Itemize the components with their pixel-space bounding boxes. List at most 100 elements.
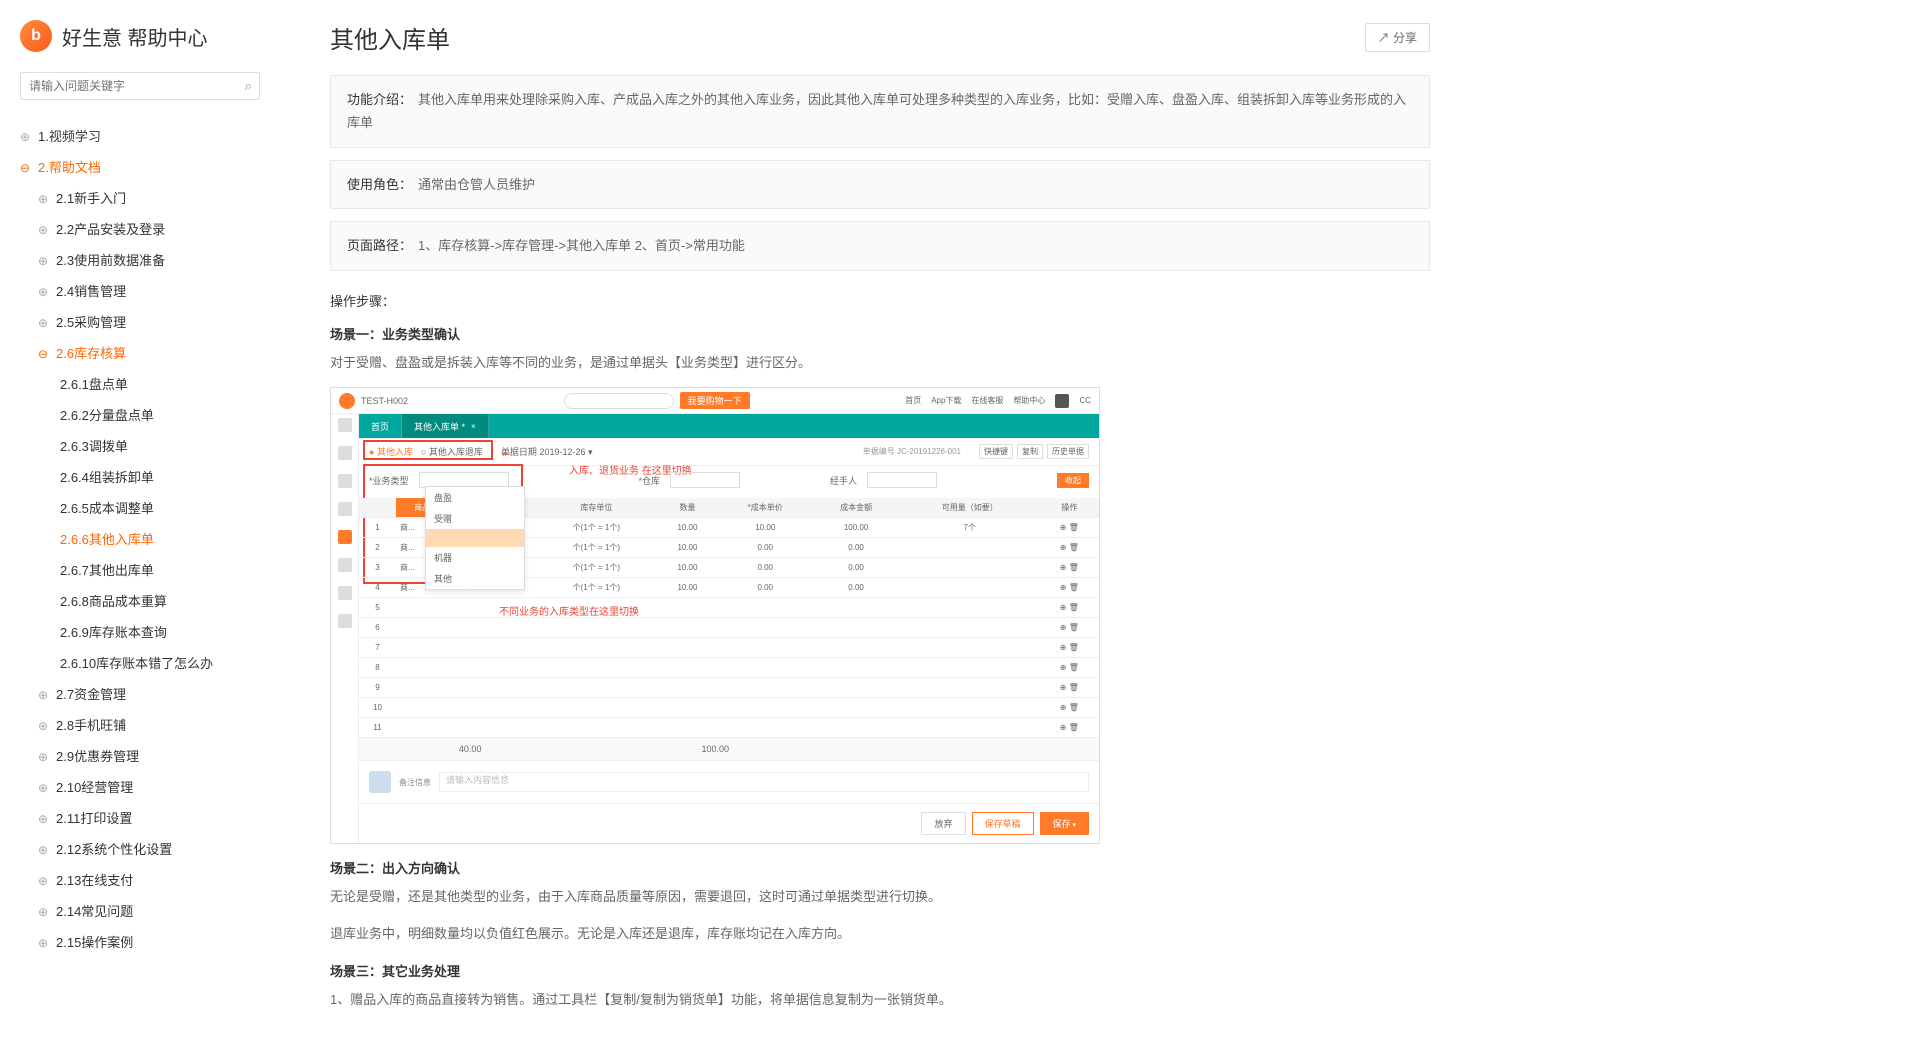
expand-icon[interactable]: ⊕ (38, 688, 52, 702)
nav-item[interactable]: ⊕2.1新手入门 (20, 182, 260, 213)
nav-item[interactable]: ⊕1.视频学习 (20, 120, 260, 151)
nav-item[interactable]: 2.6.6其他入库单 (20, 523, 260, 554)
nav-item[interactable]: ⊖2.6库存核算 (20, 337, 260, 368)
shot-action-button[interactable]: 保存 (1040, 812, 1089, 835)
expand-icon[interactable]: ⊕ (38, 316, 52, 330)
nav-item[interactable]: 2.6.1盘点单 (20, 368, 260, 399)
nav-item[interactable]: ⊕2.12系统个性化设置 (20, 833, 260, 864)
expand-icon[interactable]: ⊕ (38, 254, 52, 268)
shot-collapse-button[interactable]: 收起 (1057, 473, 1089, 488)
nav-item[interactable]: 2.6.3调拨单 (20, 430, 260, 461)
nav-item[interactable]: ⊕2.8手机旺铺 (20, 709, 260, 740)
expand-icon[interactable]: ⊕ (38, 750, 52, 764)
expand-icon[interactable]: ⊕ (38, 285, 52, 299)
nav-item[interactable]: 2.6.4组装拆卸单 (20, 461, 260, 492)
expand-icon[interactable]: ⊕ (38, 223, 52, 237)
search-input[interactable] (20, 72, 260, 100)
nav-item[interactable]: ⊕2.7资金管理 (20, 678, 260, 709)
nav-item[interactable]: ⊖2.帮助文档 (20, 151, 260, 182)
table-row[interactable]: 6⊕ 🗑 (359, 618, 1099, 638)
shot-tab[interactable]: 其他入库单 *× (402, 414, 489, 438)
shot-top-link[interactable]: 帮助中心 (1013, 395, 1045, 406)
shot-side-icon-active[interactable] (338, 530, 352, 544)
remark-icon (369, 771, 391, 793)
collapse-icon[interactable]: ⊖ (20, 161, 34, 175)
expand-icon[interactable]: ⊕ (38, 781, 52, 795)
table-row[interactable]: 10⊕ 🗑 (359, 698, 1099, 718)
shot-totals: 40.00 100.00 (359, 738, 1099, 760)
embedded-screenshot: TEST-H002 我要购物一下 首页App下载在线客服帮助中心CC 首 (330, 387, 1100, 844)
nav-item[interactable]: ⊕2.2产品安装及登录 (20, 213, 260, 244)
shot-buy-button[interactable]: 我要购物一下 (680, 392, 750, 409)
share-button[interactable]: ↗ 分享 (1365, 23, 1430, 52)
nav-item[interactable]: ⊕2.10经营管理 (20, 771, 260, 802)
shot-search-input[interactable] (564, 393, 674, 409)
shot-top-link[interactable]: 在线客服 (971, 395, 1003, 406)
expand-icon[interactable]: ⊕ (38, 936, 52, 950)
nav-item[interactable]: ⊕2.5采购管理 (20, 306, 260, 337)
shot-side-icon[interactable] (338, 614, 352, 628)
logo: b 好生意 帮助中心 (20, 20, 260, 52)
nav-label: 2.6.6其他入库单 (60, 532, 154, 547)
shot-warehouse-input[interactable] (670, 472, 740, 488)
avatar[interactable] (1055, 394, 1069, 408)
table-row[interactable]: 7⊕ 🗑 (359, 638, 1099, 658)
shot-action-button[interactable]: 保存草稿 (972, 812, 1034, 835)
nav-label: 2.13在线支付 (56, 873, 133, 888)
expand-icon[interactable]: ⊕ (38, 874, 52, 888)
nav-item[interactable]: ⊕2.14常见问题 (20, 895, 260, 926)
nav-item[interactable]: 2.6.8商品成本重算 (20, 585, 260, 616)
table-row[interactable]: 11⊕ 🗑 (359, 718, 1099, 738)
expand-icon[interactable]: ⊕ (38, 843, 52, 857)
nav-item[interactable]: ⊕2.4销售管理 (20, 275, 260, 306)
dropdown-option[interactable]: 受赠 (426, 508, 524, 529)
shot-action-button[interactable]: 放弃 (921, 812, 965, 835)
dropdown-option[interactable]: 机器 (426, 547, 524, 568)
shot-biztype-dropdown[interactable]: 盘盈受赠 机器其他 (425, 486, 525, 590)
search-icon[interactable]: ⌕ (245, 78, 252, 94)
shot-side-icon[interactable] (338, 558, 352, 572)
shot-side-icon[interactable] (338, 502, 352, 516)
nav-item[interactable]: ⊕2.3使用前数据准备 (20, 244, 260, 275)
shot-top-link[interactable]: App下载 (931, 395, 961, 406)
nav-item[interactable]: ⊕2.11打印设置 (20, 802, 260, 833)
search-box: ⌕ (20, 72, 260, 100)
expand-icon[interactable]: ⊕ (20, 130, 34, 144)
path-label: 页面路径： (347, 238, 412, 253)
shot-side-icon[interactable] (338, 474, 352, 488)
nav-item[interactable]: 2.6.5成本调整单 (20, 492, 260, 523)
dropdown-option[interactable]: 其他 (426, 568, 524, 589)
shot-side-icon[interactable] (338, 586, 352, 600)
remark-input[interactable]: 请输入内容信息 (439, 772, 1089, 792)
annotation-2: 不同业务的入库类型在这里切换 (499, 603, 639, 618)
nav-item[interactable]: ⊕2.9优惠券管理 (20, 740, 260, 771)
shot-toolbar-button[interactable]: 历史单据 (1047, 444, 1089, 459)
expand-icon[interactable]: ⊕ (38, 192, 52, 206)
shot-side-icon[interactable] (338, 446, 352, 460)
shot-handler-input[interactable] (867, 472, 937, 488)
shot-top-link[interactable]: 首页 (905, 395, 921, 406)
shot-side-icon[interactable] (338, 418, 352, 432)
table-row[interactable]: 5⊕ 🗑 (359, 598, 1099, 618)
table-header: 库存单位 (536, 498, 657, 518)
shot-toolbar-button[interactable]: 复制 (1017, 444, 1043, 459)
expand-icon[interactable]: ⊕ (38, 719, 52, 733)
collapse-icon[interactable]: ⊖ (38, 347, 52, 361)
close-icon[interactable]: × (471, 422, 476, 431)
expand-icon[interactable]: ⊕ (38, 812, 52, 826)
expand-icon[interactable]: ⊕ (38, 905, 52, 919)
table-row[interactable]: 9⊕ 🗑 (359, 678, 1099, 698)
shot-toolbar-button[interactable]: 快捷键 (979, 444, 1013, 459)
nav-label: 2.15操作案例 (56, 935, 133, 950)
dropdown-option[interactable] (426, 529, 524, 547)
table-row[interactable]: 8⊕ 🗑 (359, 658, 1099, 678)
shot-top-link[interactable]: CC (1079, 396, 1091, 405)
nav-item[interactable]: 2.6.9库存账本查询 (20, 616, 260, 647)
shot-tab[interactable]: 首页 (359, 414, 402, 438)
nav-item[interactable]: 2.6.10库存账本错了怎么办 (20, 647, 260, 678)
dropdown-option[interactable]: 盘盈 (426, 487, 524, 508)
nav-item[interactable]: 2.6.2分量盘点单 (20, 399, 260, 430)
nav-item[interactable]: ⊕ 2.13在线支付 (20, 864, 260, 895)
nav-item[interactable]: ⊕ 2.15操作案例 (20, 926, 260, 957)
nav-item[interactable]: 2.6.7其他出库单 (20, 554, 260, 585)
